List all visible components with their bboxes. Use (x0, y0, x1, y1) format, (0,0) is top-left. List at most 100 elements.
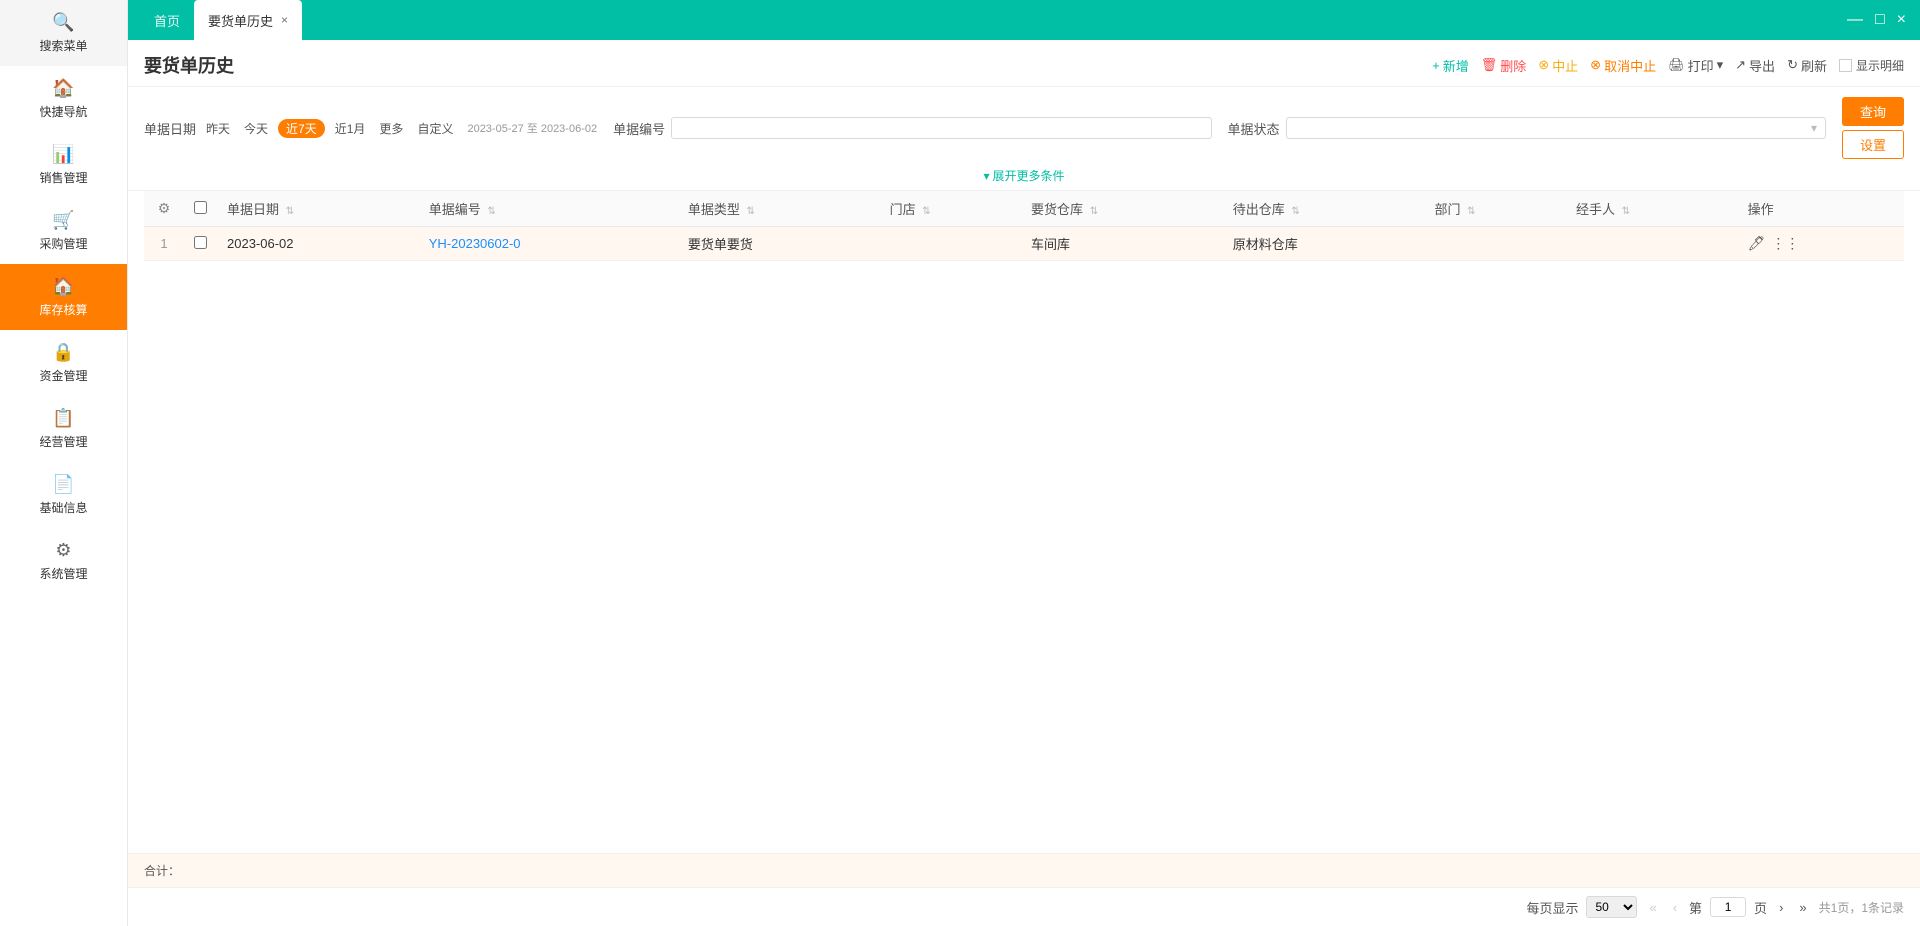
date-today-btn[interactable]: 今天 (240, 119, 272, 138)
sort-doc-no-icon[interactable]: ⇅ (487, 206, 495, 217)
prev-btn[interactable]: ‹ (1669, 898, 1681, 917)
show-detail-toggle[interactable]: 显示明细 (1839, 57, 1904, 74)
doc-no-link[interactable]: YH-20230602-0 (429, 236, 521, 251)
sidebar-item-operation[interactable]: 📋 经营管理 (0, 396, 127, 462)
query-button[interactable]: 查询 (1842, 97, 1904, 126)
th-pending-warehouse: 待出仓库 ⇅ (1223, 191, 1425, 227)
table-body: 1 2023-06-02 YH-20230602-0 要货单要货 车间库 原材料… (144, 227, 1904, 261)
export-button[interactable]: ↗ 导出 (1735, 56, 1775, 75)
sidebar-item-label: 经营管理 (39, 433, 87, 450)
next-next-btn[interactable]: » (1795, 898, 1810, 917)
content-area: 要货单历史 + 新增 🗑 删除 ⊗ 中止 ⊗ 取消中止 (128, 40, 1920, 926)
tab-history[interactable]: 要货单历史 × (194, 0, 302, 40)
next-btn[interactable]: › (1775, 898, 1787, 917)
sidebar-item-quick-nav[interactable]: 🏠 快捷导航 (0, 66, 127, 132)
cell-num: 1 (144, 227, 184, 261)
cell-checkbox (184, 227, 217, 261)
add-button[interactable]: + 新增 (1432, 56, 1469, 75)
th-req-warehouse: 要货仓库 ⇅ (1021, 191, 1223, 227)
toolbar: + 新增 🗑 删除 ⊗ 中止 ⊗ 取消中止 🖨 打印 (1432, 56, 1904, 75)
sort-handler-icon[interactable]: ⇅ (1622, 206, 1630, 217)
th-store-label: 门店 (890, 202, 916, 217)
sidebar-item-search-menu[interactable]: 🔍 搜索菜单 (0, 0, 127, 66)
print-icon: 🖨 (1668, 57, 1685, 73)
show-detail-checkbox[interactable] (1839, 59, 1852, 72)
th-doc-type: 单据类型 ⇅ (678, 191, 880, 227)
refresh-label: 刷新 (1801, 56, 1827, 75)
page-size-select[interactable]: 50 10 20 100 (1586, 896, 1637, 918)
prev-prev-btn[interactable]: « (1645, 898, 1660, 917)
status-filter: 单据状态 ▾ (1228, 117, 1826, 139)
date-last1month-btn[interactable]: 近1月 (331, 119, 370, 138)
op-edit-btn[interactable]: 🖊 (1748, 235, 1766, 252)
date-more-btn[interactable]: 更多 (375, 119, 407, 138)
date-last7days-btn[interactable]: 近7天 (278, 119, 325, 138)
sidebar-item-basic-info[interactable]: 📄 基础信息 (0, 462, 127, 528)
th-department: 部门 ⇅ (1425, 191, 1566, 227)
total-info: 共1页，1条记录 (1819, 899, 1904, 916)
close-button[interactable]: × (1895, 9, 1908, 31)
cell-doc-no: YH-20230602-0 (419, 227, 678, 261)
page-unit: 页 (1754, 898, 1767, 917)
table-header-row: ⚙ 单据日期 ⇅ 单据编号 ⇅ (144, 191, 1904, 227)
cell-doc-type: 要货单要货 (678, 227, 880, 261)
doc-no-input[interactable] (671, 117, 1211, 139)
th-doc-date: 单据日期 ⇅ (217, 191, 419, 227)
cell-handler (1566, 227, 1738, 261)
search-menu-icon: 🔍 (52, 12, 74, 33)
sidebar-item-label: 搜索菜单 (39, 37, 87, 54)
tab-history-close[interactable]: × (281, 13, 288, 27)
show-detail-label: 显示明细 (1856, 57, 1904, 74)
page-title: 要货单历史 (144, 52, 1432, 78)
sidebar-item-system[interactable]: ⚙ 系统管理 (0, 528, 127, 594)
op-more-btn[interactable]: ⋮⋮ (1771, 235, 1799, 252)
th-checkbox (184, 191, 217, 227)
delete-button[interactable]: 🗑 删除 (1481, 56, 1527, 75)
sort-pending-warehouse-icon[interactable]: ⇅ (1291, 206, 1299, 217)
sort-doc-date-icon[interactable]: ⇅ (286, 206, 294, 217)
sidebar-item-inventory[interactable]: 🏠 库存核算 (0, 264, 127, 330)
row-checkbox[interactable] (194, 236, 207, 249)
sort-req-warehouse-icon[interactable]: ⇅ (1090, 206, 1098, 217)
add-icon: + (1432, 58, 1440, 73)
sidebar-item-purchase[interactable]: 🛒 采购管理 (0, 198, 127, 264)
print-dropdown-icon: ▾ (1717, 57, 1724, 73)
stop-button[interactable]: ⊗ 中止 (1538, 56, 1578, 75)
refresh-icon: ↻ (1787, 57, 1798, 73)
sidebar-item-sales[interactable]: 📊 销售管理 (0, 132, 127, 198)
refresh-button[interactable]: ↻ 刷新 (1787, 56, 1827, 75)
print-label: 打印 (1688, 56, 1714, 75)
expand-more-btn[interactable]: ▾ 展开更多条件 (983, 167, 1064, 184)
sort-doc-type-icon[interactable]: ⇅ (747, 206, 755, 217)
th-doc-date-label: 单据日期 (227, 202, 279, 217)
stop-icon: ⊗ (1538, 57, 1549, 73)
select-all-checkbox[interactable] (194, 201, 207, 214)
setting-button[interactable]: 设置 (1842, 130, 1904, 159)
sidebar-item-finance[interactable]: 🔒 资金管理 (0, 330, 127, 396)
page-number-input[interactable] (1710, 897, 1746, 917)
minimize-button[interactable]: — (1845, 9, 1865, 31)
th-department-label: 部门 (1435, 202, 1461, 217)
sort-store-icon[interactable]: ⇅ (922, 206, 930, 217)
sort-department-icon[interactable]: ⇅ (1467, 206, 1475, 217)
table-row: 1 2023-06-02 YH-20230602-0 要货单要货 车间库 原材料… (144, 227, 1904, 261)
cell-doc-date: 2023-06-02 (217, 227, 419, 261)
tab-home[interactable]: 首页 (140, 0, 194, 40)
date-custom-btn[interactable]: 自定义 (413, 119, 457, 138)
cancel-stop-button[interactable]: ⊗ 取消中止 (1590, 56, 1656, 75)
finance-icon: 🔒 (52, 342, 74, 363)
print-button[interactable]: 🖨 打印 ▾ (1668, 56, 1723, 75)
basic-info-icon: 📄 (52, 474, 74, 495)
page-header: 要货单历史 + 新增 🗑 删除 ⊗ 中止 ⊗ 取消中止 (128, 40, 1920, 87)
tab-history-label: 要货单历史 (208, 11, 273, 30)
status-select[interactable]: ▾ (1286, 117, 1826, 139)
operation-icon: 📋 (52, 408, 74, 429)
maximize-button[interactable]: □ (1873, 9, 1887, 31)
doc-no-label: 单据编号 (613, 119, 665, 138)
cancel-stop-label: 取消中止 (1604, 56, 1656, 75)
footer-label: 合计： (144, 862, 180, 879)
th-req-warehouse-label: 要货仓库 (1031, 202, 1083, 217)
date-yesterday-btn[interactable]: 昨天 (202, 119, 234, 138)
gear-icon[interactable]: ⚙ (158, 200, 171, 216)
export-icon: ↗ (1735, 57, 1746, 73)
